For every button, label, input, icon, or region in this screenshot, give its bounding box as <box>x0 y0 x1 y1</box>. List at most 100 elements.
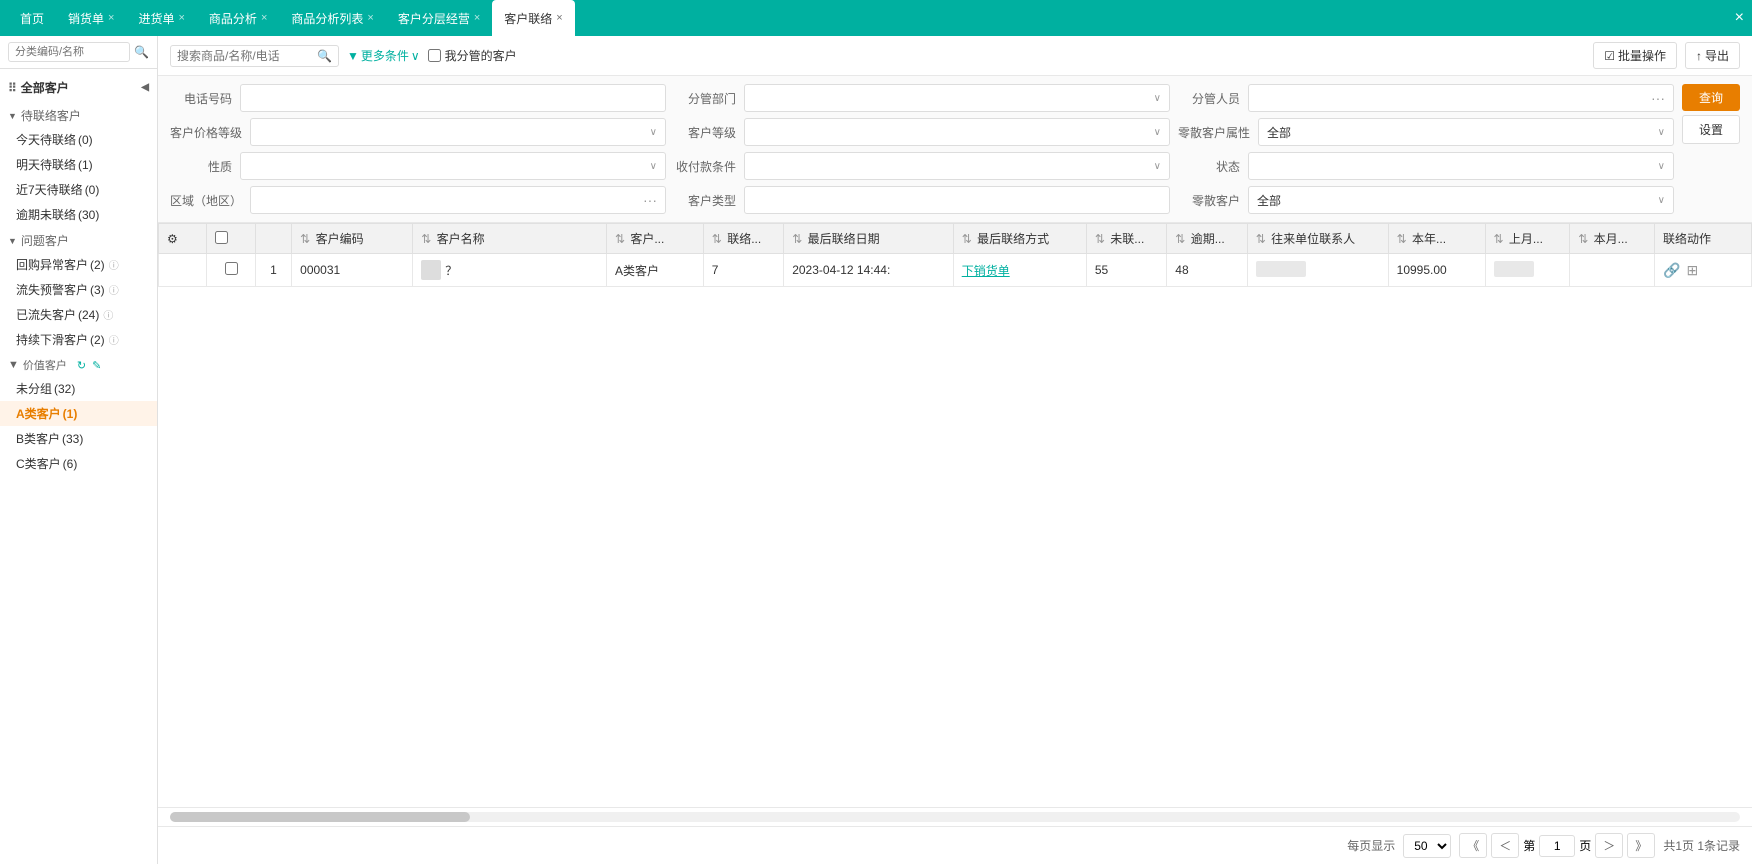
all-customers-header[interactable]: ⠿ 全部客户 ◀ <box>0 73 157 102</box>
contact-link-icon[interactable]: 🔗 <box>1663 262 1680 279</box>
col-no-contact[interactable]: ⇅ 未联... <box>1086 224 1166 254</box>
this-year-amount-cell: 10995.00 <box>1388 254 1485 287</box>
batch-operation-btn[interactable]: ☑ 批量操作 <box>1593 42 1677 69</box>
refresh-icon[interactable]: ↻ <box>77 359 86 372</box>
col-contact[interactable]: ⇅ 联络... <box>703 224 783 254</box>
prev-page-btn[interactable]: ＜ <box>1491 833 1519 858</box>
last-contact-method-link[interactable]: 下销货单 <box>962 264 1010 278</box>
sidebar-item-tomorrow[interactable]: 明天待联络 (1) <box>0 152 157 177</box>
last-page-btn[interactable]: 》 <box>1627 833 1655 858</box>
horizontal-scrollbar[interactable] <box>158 807 1752 826</box>
last-contact-method-cell[interactable]: 下销货单 <box>953 254 1086 287</box>
more-filters-btn[interactable]: ▼ 更多条件 ∨ <box>347 47 420 64</box>
page-number-input[interactable] <box>1539 835 1575 857</box>
retail-attr-select[interactable]: 全部 ∨ <box>1258 118 1674 146</box>
contact-grid-icon[interactable]: ⊞ <box>1686 262 1698 279</box>
sidebar-item-repurchase-anomaly[interactable]: 回购异常客户 (2) ⓘ <box>0 252 157 277</box>
page-end-label: 页 <box>1579 837 1591 854</box>
nav-purchase-close[interactable]: × <box>178 12 184 24</box>
customer-level-select[interactable]: ∨ <box>744 118 1170 146</box>
col-contact-action: 联络动作 <box>1655 224 1752 254</box>
status-label: 状态 <box>1178 158 1248 175</box>
nav-goods[interactable]: 商品分析 × <box>197 0 279 36</box>
sidebar-item-class-a[interactable]: A类客户 (1) <box>0 401 157 426</box>
nav-customer-contact-close[interactable]: × <box>556 12 562 24</box>
sidebar-item-class-c[interactable]: C类客户 (6) <box>0 451 157 476</box>
search-button[interactable]: 🔍 <box>317 49 332 63</box>
nav-sales[interactable]: 销货单 × <box>56 0 126 36</box>
price-level-select[interactable]: ∨ <box>250 118 666 146</box>
payment-select[interactable]: ∨ <box>744 152 1170 180</box>
filter-customer-type: 客户类型 <box>674 186 1170 214</box>
setting-btn[interactable]: 设置 <box>1682 115 1740 144</box>
nav-customer-contact[interactable]: 客户联络 × <box>492 0 574 36</box>
sidebar-item-declining[interactable]: 持续下滑客户 (2) ⓘ <box>0 327 157 352</box>
nav-customer-tier-close[interactable]: × <box>474 12 480 24</box>
overdue-badge: (30) <box>78 208 99 222</box>
phone-input[interactable] <box>240 84 666 112</box>
query-btn[interactable]: 查询 <box>1682 84 1740 111</box>
col-prev-contact[interactable]: ⇅ 往来单位联系人 <box>1247 224 1388 254</box>
status-select[interactable]: ∨ <box>1248 152 1674 180</box>
col-last-contact-method[interactable]: ⇅ 最后联络方式 <box>953 224 1086 254</box>
next-page-btn[interactable]: ＞ <box>1595 833 1623 858</box>
filter-icon: ▼ <box>347 49 359 63</box>
row-checkbox-cell[interactable] <box>207 254 255 287</box>
region-input[interactable]: ··· <box>250 186 666 214</box>
nature-label: 性质 <box>170 158 240 175</box>
customer-code-cell: 000031 <box>292 254 413 287</box>
sort-icon7: ⇅ <box>1095 232 1105 246</box>
manager-input[interactable]: ··· <box>1248 84 1674 112</box>
col-customer-code[interactable]: ⇅ 客户编码 <box>292 224 413 254</box>
sidebar: 🔍 ⠿ 全部客户 ◀ ▼ 待联络客户 今天待联络 (0) 明天待联络 (1) <box>0 36 158 864</box>
window-close-btn[interactable]: × <box>1735 9 1744 27</box>
col-overdue[interactable]: ⇅ 逾期... <box>1167 224 1247 254</box>
nav-goods-list[interactable]: 商品分析列表 × <box>279 0 385 36</box>
col-customer-name[interactable]: ⇅ 客户名称 <box>413 224 607 254</box>
filter-row-1: 电话号码 分管部门 ∨ 分管人员 ··· <box>170 84 1674 112</box>
nav-home[interactable]: 首页 <box>8 0 56 36</box>
triangle-icon2: ▼ <box>8 236 17 246</box>
col-this-year[interactable]: ⇅ 本年... <box>1388 224 1485 254</box>
sidebar-item-today[interactable]: 今天待联络 (0) <box>0 127 157 152</box>
select-all-checkbox[interactable] <box>215 231 228 244</box>
sidebar-item-churn-warning[interactable]: 流失预警客户 (3) ⓘ <box>0 277 157 302</box>
nav-goods-list-close[interactable]: × <box>367 12 373 24</box>
nav-sales-close[interactable]: × <box>108 12 114 24</box>
retail-customer-select[interactable]: 全部 ∨ <box>1248 186 1674 214</box>
nav-goods-close[interactable]: × <box>261 12 267 24</box>
col-last-contact-date[interactable]: ⇅ 最后联络日期 <box>784 224 954 254</box>
sidebar-item-class-b[interactable]: B类客户 (33) <box>0 426 157 451</box>
sidebar-search-input[interactable] <box>8 42 130 62</box>
nav-purchase[interactable]: 进货单 × <box>126 0 196 36</box>
sidebar-item-overdue[interactable]: 逾期未联络 (30) <box>0 202 157 227</box>
sidebar-item-churned[interactable]: 已流失客户 (24) ⓘ <box>0 302 157 327</box>
scrollbar-thumb[interactable] <box>170 812 470 822</box>
my-customers-checkbox[interactable] <box>428 49 441 62</box>
sidebar-item-unclassified[interactable]: 未分组 (32) <box>0 376 157 401</box>
dept-select[interactable]: ∨ <box>744 84 1170 112</box>
search-input[interactable] <box>177 49 317 63</box>
customer-type-input[interactable] <box>744 186 1170 214</box>
page-size-select[interactable]: 50 <box>1403 834 1451 858</box>
sidebar-search-icon[interactable]: 🔍 <box>134 45 149 59</box>
collapse-icon: ◀ <box>141 82 149 93</box>
export-btn[interactable]: ↑ 导出 <box>1685 42 1740 69</box>
my-customers-filter[interactable]: 我分管的客户 <box>428 47 517 64</box>
col-last-month[interactable]: ⇅ 上月... <box>1485 224 1570 254</box>
nav-customer-tier[interactable]: 客户分层经营 × <box>386 0 492 36</box>
first-page-btn[interactable]: 《 <box>1459 833 1487 858</box>
page-navigation: 《 ＜ 第 页 ＞ 》 <box>1459 833 1655 858</box>
col-customer-type[interactable]: ⇅ 客户... <box>606 224 703 254</box>
col-gear[interactable]: ⚙ <box>159 224 207 254</box>
region-label: 区域（地区） <box>170 192 250 209</box>
sidebar-item-7days[interactable]: 近7天待联络 (0) <box>0 177 157 202</box>
col-this-month[interactable]: ⇅ 本月... <box>1570 224 1655 254</box>
scrollbar-track[interactable] <box>170 812 1740 822</box>
edit-icon[interactable]: ✎ <box>92 359 101 372</box>
last-contact-date-cell: 2023-04-12 14:44: <box>784 254 954 287</box>
nature-select[interactable]: ∨ <box>240 152 666 180</box>
row-checkbox[interactable] <box>225 262 238 275</box>
this-month-amount-cell <box>1570 254 1655 287</box>
col-checkbox[interactable] <box>207 224 255 254</box>
